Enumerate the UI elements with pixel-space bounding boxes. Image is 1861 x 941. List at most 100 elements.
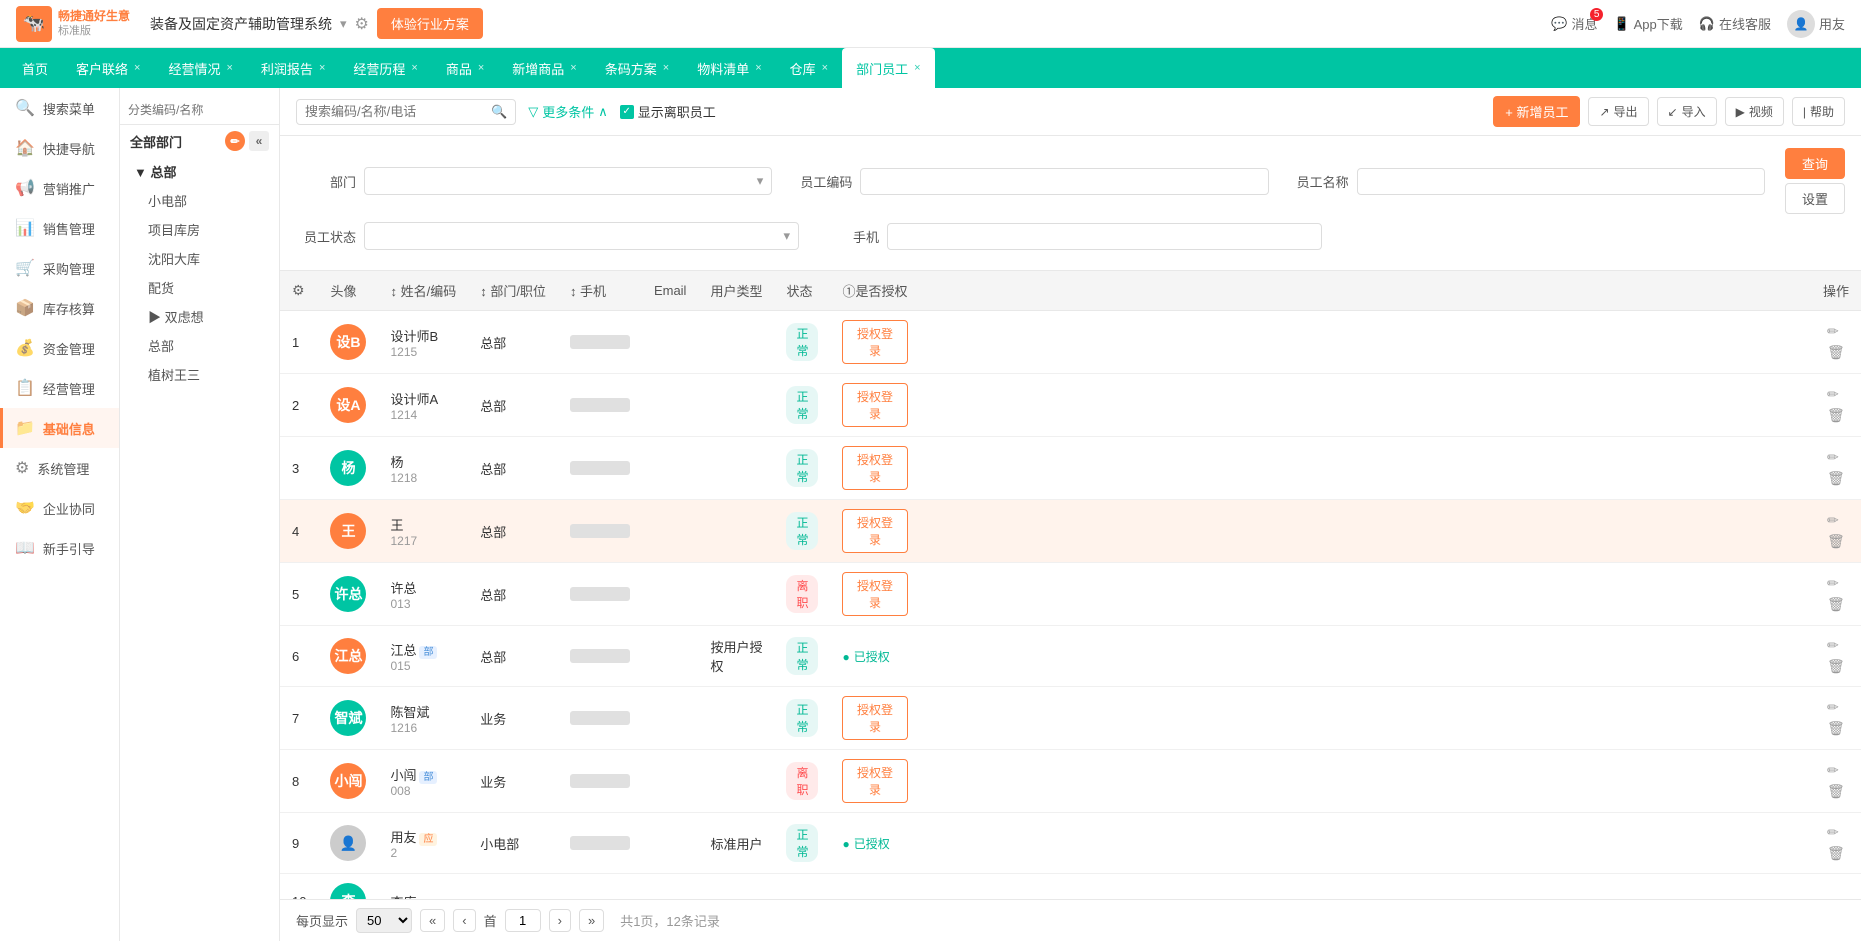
- row-auth[interactable]: 已授权: [830, 813, 919, 874]
- nav-tab-首页[interactable]: 首页: [8, 48, 62, 88]
- query-button[interactable]: 查询: [1785, 148, 1845, 179]
- sidebar-item-销售管理[interactable]: 📊销售管理: [0, 208, 119, 248]
- nav-tab-新增商品[interactable]: 新增商品×: [498, 48, 590, 88]
- auth-login-btn[interactable]: 授权登录: [842, 446, 907, 490]
- emp-name-input[interactable]: [1357, 168, 1765, 195]
- phone-input[interactable]: [887, 223, 1322, 250]
- tab-close-icon[interactable]: ×: [319, 62, 325, 74]
- nav-tab-部门员工[interactable]: 部门员工×: [842, 48, 934, 88]
- export-button[interactable]: ↗ 导出: [1588, 97, 1648, 126]
- col-phone[interactable]: ↕ 手机: [558, 271, 642, 311]
- trial-button[interactable]: 体验行业方案: [377, 8, 483, 39]
- edit-btn[interactable]: ✏: [1823, 635, 1843, 656]
- auth-login-btn[interactable]: 授权登录: [842, 320, 907, 364]
- edit-btn[interactable]: ✏: [1823, 760, 1843, 781]
- nav-tab-条码方案[interactable]: 条码方案×: [591, 48, 683, 88]
- delete-btn[interactable]: 🗑: [1823, 843, 1849, 864]
- dept-item-配货[interactable]: 配货: [120, 273, 279, 302]
- more-conditions-btn[interactable]: ▽ 更多条件 ∧: [528, 102, 608, 121]
- dept-item-项目库房[interactable]: 项目库房: [120, 215, 279, 244]
- edit-btn[interactable]: ✏: [1823, 697, 1843, 718]
- nav-tab-仓库[interactable]: 仓库×: [776, 48, 842, 88]
- tab-close-icon[interactable]: ×: [822, 62, 828, 74]
- last-page-btn[interactable]: »: [579, 909, 604, 932]
- dropdown-icon[interactable]: ▾: [340, 16, 347, 32]
- sidebar-item-搜索菜单[interactable]: 🔍搜索菜单: [0, 88, 119, 128]
- delete-btn[interactable]: 🗑: [1823, 781, 1849, 802]
- sidebar-item-采购管理[interactable]: 🛒采购管理: [0, 248, 119, 288]
- row-auth[interactable]: 授权登录: [830, 437, 919, 500]
- tab-close-icon[interactable]: ×: [411, 62, 417, 74]
- dept-collapse-icon[interactable]: «: [249, 131, 269, 151]
- page-size-select[interactable]: 50 100 200: [356, 908, 412, 933]
- tab-close-icon[interactable]: ×: [914, 62, 920, 74]
- row-auth[interactable]: 授权登录: [830, 750, 919, 813]
- dept-item-总部[interactable]: 总部: [120, 331, 279, 360]
- row-auth[interactable]: 授权登录: [830, 687, 919, 750]
- online-service[interactable]: 🎧 在线客服: [1699, 14, 1771, 33]
- search-filter-input[interactable]: [305, 104, 485, 119]
- first-page-btn[interactable]: «: [420, 909, 445, 932]
- edit-btn[interactable]: ✏: [1823, 573, 1843, 594]
- col-name-code[interactable]: ↕ 姓名/编码: [378, 271, 468, 311]
- page-number-input[interactable]: [505, 909, 541, 932]
- next-page-btn[interactable]: ›: [549, 909, 571, 932]
- sidebar-item-库存核算[interactable]: 📦库存核算: [0, 288, 119, 328]
- col-dept-position[interactable]: ↕ 部门/职位: [468, 271, 558, 311]
- row-auth[interactable]: 授权登录: [830, 563, 919, 626]
- sidebar-item-经营管理[interactable]: 📋经营管理: [0, 368, 119, 408]
- delete-btn[interactable]: 🗑: [1823, 405, 1849, 426]
- sidebar-item-基础信息[interactable]: 📁基础信息: [0, 408, 119, 448]
- edit-btn[interactable]: ✏: [1823, 447, 1843, 468]
- nav-tab-物料清单[interactable]: 物料清单×: [683, 48, 775, 88]
- sidebar-item-新手引导[interactable]: 📖新手引导: [0, 528, 119, 568]
- view-button[interactable]: ▶ 视频: [1725, 97, 1784, 126]
- tab-close-icon[interactable]: ×: [226, 62, 232, 74]
- nav-tab-客户联络[interactable]: 客户联络×: [62, 48, 154, 88]
- dept-edit-icon[interactable]: ✏: [225, 131, 245, 151]
- sidebar-item-资金管理[interactable]: 💰资金管理: [0, 328, 119, 368]
- help-button[interactable]: | 帮助: [1792, 97, 1845, 126]
- delete-btn[interactable]: 🗑: [1823, 342, 1849, 363]
- emp-code-input[interactable]: [860, 168, 1268, 195]
- auth-login-btn[interactable]: 授权登录: [842, 509, 907, 553]
- search-filter-icon[interactable]: 🔍: [491, 104, 507, 120]
- tab-close-icon[interactable]: ×: [478, 62, 484, 74]
- tab-close-icon[interactable]: ×: [570, 62, 576, 74]
- user-area[interactable]: 👤 用友: [1787, 10, 1845, 38]
- auth-login-btn[interactable]: 授权登录: [842, 383, 907, 427]
- nav-tab-商品[interactable]: 商品×: [432, 48, 498, 88]
- edit-btn[interactable]: ✏: [1823, 510, 1843, 531]
- nav-tab-利润报告[interactable]: 利润报告×: [247, 48, 339, 88]
- app-download[interactable]: 📱 App下载: [1613, 14, 1682, 33]
- sidebar-item-企业协同[interactable]: 🤝企业协同: [0, 488, 119, 528]
- edit-btn[interactable]: ✏: [1823, 384, 1843, 405]
- nav-tab-经营历程[interactable]: 经营历程×: [339, 48, 431, 88]
- dept-item-小电部[interactable]: 小电部: [120, 186, 279, 215]
- auth-login-btn[interactable]: 授权登录: [842, 572, 907, 616]
- tab-close-icon[interactable]: ×: [755, 62, 761, 74]
- auth-login-btn[interactable]: 授权登录: [842, 696, 907, 740]
- message-icon[interactable]: 💬 消息 5: [1551, 14, 1597, 33]
- sidebar-item-营销推广[interactable]: 📢营销推广: [0, 168, 119, 208]
- auth-login-btn[interactable]: 授权登录: [842, 759, 907, 803]
- edit-btn[interactable]: ✏: [1823, 822, 1843, 843]
- edit-btn[interactable]: ✏: [1823, 321, 1843, 342]
- delete-btn[interactable]: 🗑: [1823, 594, 1849, 615]
- tab-close-icon[interactable]: ×: [663, 62, 669, 74]
- col-settings[interactable]: ⚙: [280, 271, 318, 311]
- row-auth[interactable]: 授权登录: [830, 311, 919, 374]
- row-auth[interactable]: 授权登录: [830, 500, 919, 563]
- dept-item-沈阳大库[interactable]: 沈阳大库: [120, 244, 279, 273]
- settings-icon[interactable]: ⚙: [355, 14, 369, 34]
- import-button[interactable]: ↙ 导入: [1657, 97, 1717, 126]
- set-button[interactable]: 设置: [1785, 183, 1845, 214]
- dept-select[interactable]: ▾: [364, 167, 772, 195]
- dept-item-总部[interactable]: ▼ 总部: [120, 157, 279, 186]
- delete-btn[interactable]: 🗑: [1823, 468, 1849, 489]
- delete-btn[interactable]: 🗑: [1823, 656, 1849, 677]
- prev-page-btn[interactable]: ‹: [453, 909, 475, 932]
- sidebar-item-快捷导航[interactable]: 🏠快捷导航: [0, 128, 119, 168]
- delete-btn[interactable]: 🗑: [1823, 531, 1849, 552]
- row-auth[interactable]: 授权登录: [830, 374, 919, 437]
